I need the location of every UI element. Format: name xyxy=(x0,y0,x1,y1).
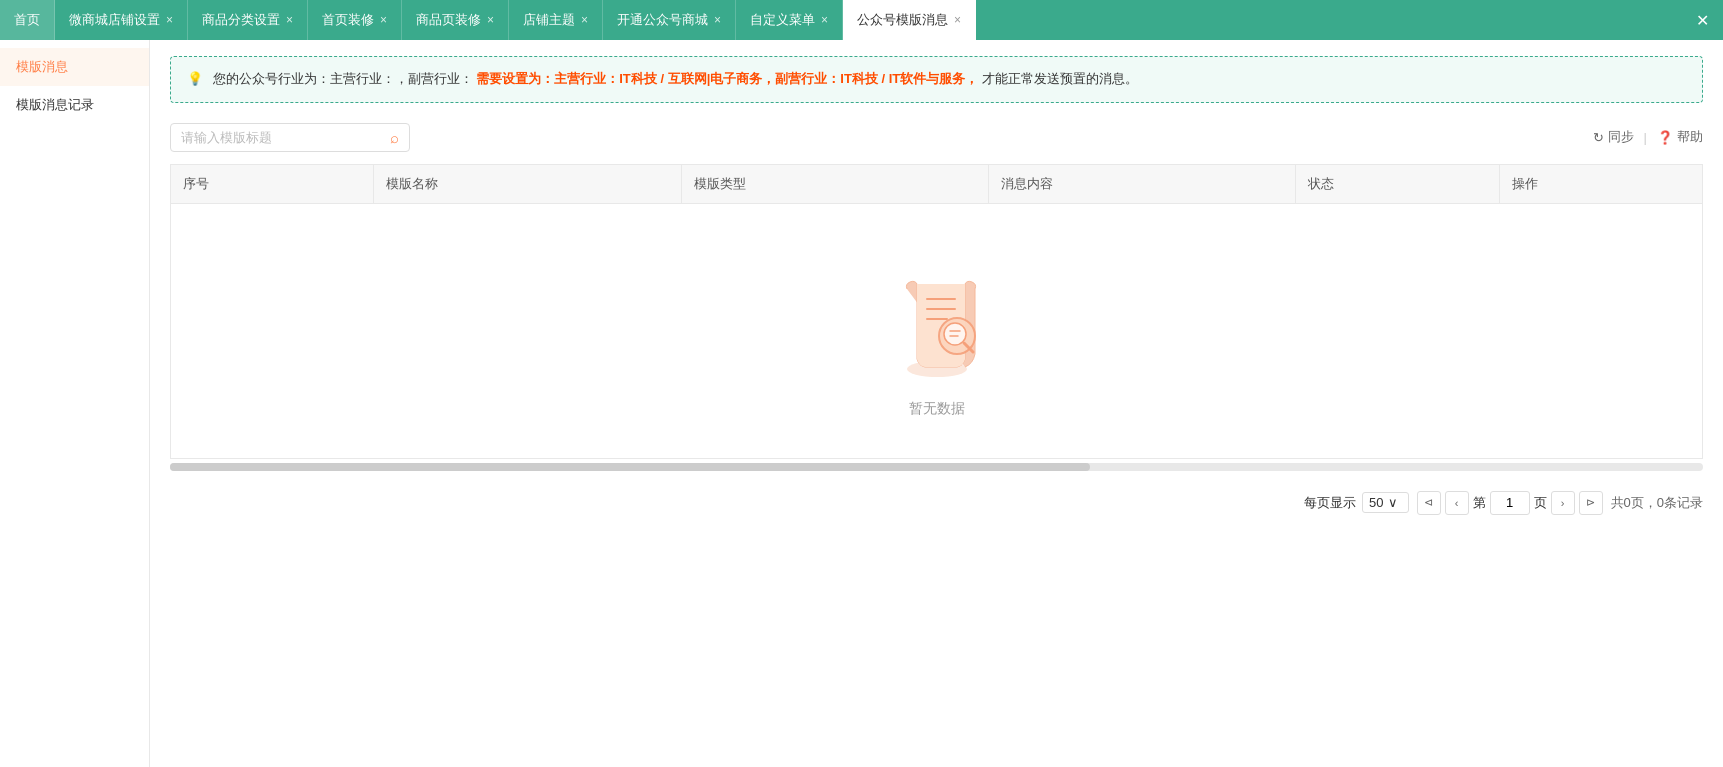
first-page-button[interactable]: ⊲ xyxy=(1417,491,1441,515)
tab-item-3[interactable]: 首页装修× xyxy=(308,0,402,40)
tab-close-5[interactable]: × xyxy=(581,13,588,27)
tab-close-4[interactable]: × xyxy=(487,13,494,27)
page-total: 共0页，0条记录 xyxy=(1611,494,1703,512)
page-label: 第 xyxy=(1473,494,1486,512)
tab-close-6[interactable]: × xyxy=(714,13,721,27)
table-body: 暂无数据 xyxy=(171,203,1703,458)
chevron-down-icon: ∨ xyxy=(1388,495,1398,510)
empty-text: 暂无数据 xyxy=(909,400,965,418)
help-label: 帮助 xyxy=(1677,128,1703,146)
tab-close-3[interactable]: × xyxy=(380,13,387,27)
search-icon[interactable]: ⌕ xyxy=(390,129,399,146)
empty-row: 暂无数据 xyxy=(171,203,1703,458)
table-header-4: 状态 xyxy=(1296,164,1499,203)
table-header-row: 序号模版名称模版类型消息内容状态操作 xyxy=(171,164,1703,203)
tab-item-1[interactable]: 微商城店铺设置× xyxy=(55,0,188,40)
tab-item-7[interactable]: 自定义菜单× xyxy=(736,0,843,40)
content-area: 💡 您的公众号行业为：主营行业：，副营行业： 需要设置为：主营行业：IT科技 /… xyxy=(150,40,1723,767)
notice-box: 💡 您的公众号行业为：主营行业：，副营行业： 需要设置为：主营行业：IT科技 /… xyxy=(170,56,1703,103)
page-size-select-box[interactable]: 50 ∨ xyxy=(1362,492,1408,513)
sync-icon: ↻ xyxy=(1593,130,1604,145)
page-number-input[interactable] xyxy=(1490,491,1530,515)
next-page-button[interactable]: › xyxy=(1551,491,1575,515)
search-actions: ↻ 同步 | ❓ 帮助 xyxy=(1593,128,1703,146)
sync-button[interactable]: ↻ 同步 xyxy=(1593,128,1634,146)
tab-item-0[interactable]: 首页 xyxy=(0,0,55,40)
tab-item-2[interactable]: 商品分类设置× xyxy=(188,0,308,40)
page-size-selector: 每页显示 50 ∨ xyxy=(1304,492,1408,513)
horizontal-scrollbar[interactable] xyxy=(170,463,1703,471)
page-unit: 页 xyxy=(1534,494,1547,512)
search-input[interactable] xyxy=(181,130,390,145)
table-header-2: 模版类型 xyxy=(681,164,988,203)
data-table: 序号模版名称模版类型消息内容状态操作 xyxy=(170,164,1703,459)
page-size-label: 每页显示 xyxy=(1304,494,1356,512)
scrollbar-thumb[interactable] xyxy=(170,463,1090,471)
prev-page-button[interactable]: ‹ xyxy=(1445,491,1469,515)
tab-close-8[interactable]: × xyxy=(954,13,961,27)
tab-close-7[interactable]: × xyxy=(821,13,828,27)
notice-suffix: 才能正常发送预置的消息。 xyxy=(982,71,1138,86)
pagination: 每页显示 50 ∨ ⊲ ‹ 第 页 › ⊳ 共0页，0条记录 xyxy=(170,479,1703,515)
table-header-0: 序号 xyxy=(171,164,374,203)
notice-highlight: 需要设置为：主营行业：IT科技 / 互联网|电子商务，副营行业：IT科技 / I… xyxy=(476,71,978,86)
tab-item-4[interactable]: 商品页装修× xyxy=(402,0,509,40)
empty-illustration xyxy=(877,264,997,384)
action-divider: | xyxy=(1644,130,1647,145)
tab-item-5[interactable]: 店铺主题× xyxy=(509,0,603,40)
sidebar: 模版消息模版消息记录 xyxy=(0,40,150,767)
tab-item-8[interactable]: 公众号模版消息× xyxy=(843,0,976,40)
table-header-3: 消息内容 xyxy=(988,164,1295,203)
page-size-value: 50 xyxy=(1369,495,1383,510)
last-page-button[interactable]: ⊳ xyxy=(1579,491,1603,515)
help-icon: ❓ xyxy=(1657,130,1673,145)
sidebar-item-1[interactable]: 模版消息记录 xyxy=(0,86,149,124)
search-bar: ⌕ ↻ 同步 | ❓ 帮助 xyxy=(170,123,1703,152)
tab-close-1[interactable]: × xyxy=(166,13,173,27)
page-navigation: ⊲ ‹ 第 页 › ⊳ xyxy=(1417,491,1603,515)
sync-label: 同步 xyxy=(1608,128,1634,146)
search-input-wrap[interactable]: ⌕ xyxy=(170,123,410,152)
table-header-1: 模版名称 xyxy=(374,164,681,203)
sidebar-item-0[interactable]: 模版消息 xyxy=(0,48,149,86)
tab-close-2[interactable]: × xyxy=(286,13,293,27)
table-head: 序号模版名称模版类型消息内容状态操作 xyxy=(171,164,1703,203)
notice-prefix: 您的公众号行业为：主营行业：，副营行业： xyxy=(213,71,473,86)
table-header-5: 操作 xyxy=(1499,164,1703,203)
help-button[interactable]: ❓ 帮助 xyxy=(1657,128,1703,146)
table-container: 序号模版名称模版类型消息内容状态操作 xyxy=(170,164,1703,459)
svg-point-5 xyxy=(944,323,966,345)
notice-icon: 💡 xyxy=(187,71,203,86)
empty-state: 暂无数据 xyxy=(171,204,1702,458)
main-layout: 模版消息模版消息记录 💡 您的公众号行业为：主营行业：，副营行业： 需要设置为：… xyxy=(0,40,1723,767)
global-close-button[interactable]: ✕ xyxy=(1682,11,1723,30)
tab-bar: 首页微商城店铺设置×商品分类设置×首页装修×商品页装修×店铺主题×开通公众号商城… xyxy=(0,0,1723,40)
tab-item-6[interactable]: 开通公众号商城× xyxy=(603,0,736,40)
